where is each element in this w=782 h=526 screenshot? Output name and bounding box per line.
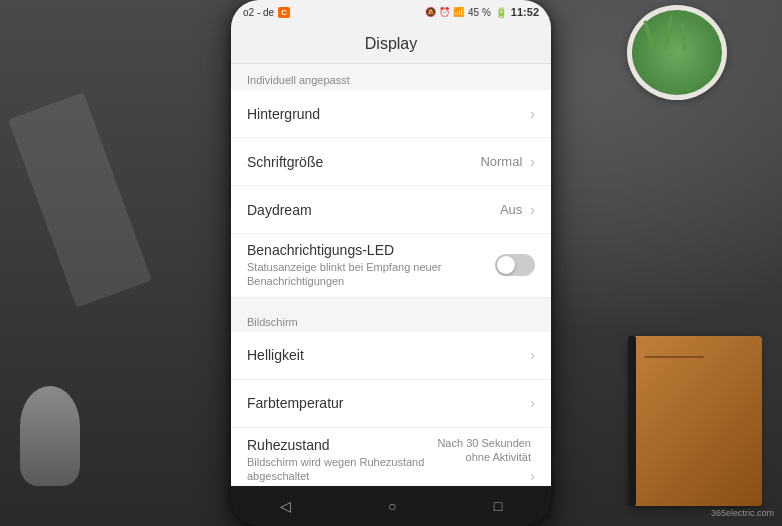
setting-item-left: Hintergrund [247, 106, 530, 122]
setting-item-left: Ruhezustand Bildschirm wird wegen Ruhezu… [247, 437, 425, 484]
settings-content: Individuell angepasst Hintergrund › Schr… [231, 64, 551, 486]
battery-text: 45 % [468, 7, 491, 18]
nav-back-button[interactable]: ◁ [264, 490, 307, 522]
chevron-icon: › [530, 347, 535, 363]
nav-home-button[interactable]: ○ [372, 490, 412, 522]
setting-subtitle-ruhe: Bildschirm wird wegen Ruhezustand abgesc… [247, 455, 425, 484]
nav-bar: ◁ ○ □ [231, 486, 551, 526]
chevron-icon: › [530, 468, 535, 484]
carrier-badge: C [278, 7, 290, 18]
section-divider [231, 298, 551, 306]
setting-item-left: Schriftgröße [247, 154, 480, 170]
section-header-1: Individuell angepasst [231, 64, 551, 90]
phone-wrapper: o2 - de C 🔕 ⏰ 📶 45 % 🔋 11:52 Display Ind… [231, 0, 551, 526]
setting-item-right [495, 254, 535, 276]
toggle-led[interactable] [495, 254, 535, 276]
phone: o2 - de C 🔕 ⏰ 📶 45 % 🔋 11:52 Display Ind… [231, 0, 551, 526]
setting-value-ruhe: Nach 30 Sekunden ohne Aktivität [425, 436, 531, 465]
battery-icon: 🔋 [495, 7, 507, 18]
setting-item-right: Nach 30 Sekunden ohne Aktivität › [425, 436, 535, 485]
setting-title-ruhe: Ruhezustand [247, 437, 425, 453]
bg-notebook [632, 336, 762, 506]
chevron-icon: › [530, 154, 535, 170]
setting-helligkeit[interactable]: Helligkeit › [231, 332, 551, 380]
nav-recents-button[interactable]: □ [478, 490, 518, 522]
setting-item-right: Normal › [480, 154, 535, 170]
setting-subtitle-led: Statusanzeige blinkt bei Empfang neuer B… [247, 260, 495, 289]
chevron-icon: › [530, 202, 535, 218]
setting-item-right: › [530, 347, 535, 363]
signal-icon: 📶 [453, 7, 464, 17]
setting-item-left: Benachrichtigungs-LED Statusanzeige blin… [247, 242, 495, 289]
setting-item-left: Helligkeit [247, 347, 530, 363]
setting-title-helligkeit: Helligkeit [247, 347, 530, 363]
time-text: 11:52 [511, 6, 539, 18]
bg-pinecone [20, 386, 80, 486]
setting-title-daydream: Daydream [247, 202, 500, 218]
setting-item-right: › [530, 395, 535, 411]
setting-value-daydream: Aus [500, 202, 522, 217]
status-bar: o2 - de C 🔕 ⏰ 📶 45 % 🔋 11:52 [231, 0, 551, 24]
watermark: 365electric.com [711, 508, 774, 518]
setting-title-hintergrund: Hintergrund [247, 106, 530, 122]
setting-led[interactable]: Benachrichtigungs-LED Statusanzeige blin… [231, 234, 551, 298]
setting-schriftgroesse[interactable]: Schriftgröße Normal › [231, 138, 551, 186]
setting-item-right: › [530, 106, 535, 122]
setting-title-farb: Farbtemperatur [247, 395, 530, 411]
status-left: o2 - de C [243, 7, 290, 18]
setting-title-led: Benachrichtigungs-LED [247, 242, 495, 258]
alarm-icon: ⏰ [439, 7, 450, 17]
setting-value-schrift: Normal [480, 154, 522, 169]
silent-icon: 🔕 [425, 7, 436, 17]
status-icons: 🔕 ⏰ 📶 [425, 7, 464, 17]
status-right: 🔕 ⏰ 📶 45 % 🔋 11:52 [425, 6, 539, 18]
setting-item-right: Aus › [500, 202, 535, 218]
setting-item-left: Daydream [247, 202, 500, 218]
page-title: Display [365, 35, 417, 53]
setting-ruhezustand[interactable]: Ruhezustand Bildschirm wird wegen Ruhezu… [231, 428, 551, 486]
chevron-icon: › [530, 106, 535, 122]
setting-daydream[interactable]: Daydream Aus › [231, 186, 551, 234]
setting-title-schrift: Schriftgröße [247, 154, 480, 170]
bg-plant-pot [627, 5, 727, 100]
setting-item-left: Farbtemperatur [247, 395, 530, 411]
app-bar: Display [231, 24, 551, 64]
setting-hintergrund[interactable]: Hintergrund › [231, 90, 551, 138]
section-header-2: Bildschirm [231, 306, 551, 332]
chevron-icon: › [530, 395, 535, 411]
setting-farbtemperatur[interactable]: Farbtemperatur › [231, 380, 551, 428]
carrier-text: o2 - de [243, 7, 274, 18]
